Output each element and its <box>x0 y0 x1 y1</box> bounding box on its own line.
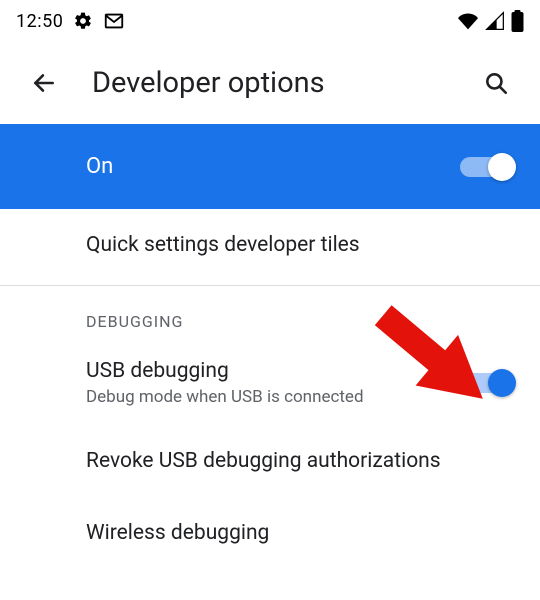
search-icon <box>483 70 509 96</box>
switch-thumb <box>488 153 516 181</box>
switch-thumb <box>488 369 516 397</box>
row-revoke-usb-auth[interactable]: Revoke USB debugging authorizations <box>0 425 540 497</box>
row-usb-debugging[interactable]: USB debugging Debug mode when USB is con… <box>0 341 540 425</box>
master-toggle-label: On <box>86 154 460 179</box>
back-button[interactable] <box>24 63 64 103</box>
app-bar: Developer options <box>0 42 540 124</box>
settings-list: Quick settings developer tiles DEBUGGING… <box>0 209 540 553</box>
developer-options-master-toggle[interactable]: On <box>0 124 540 209</box>
row-title: Wireless debugging <box>86 521 512 545</box>
usb-debugging-switch[interactable] <box>460 373 512 393</box>
row-subtitle: Debug mode when USB is connected <box>86 387 444 407</box>
arrow-left-icon <box>31 70 57 96</box>
row-title: Revoke USB debugging authorizations <box>86 449 512 473</box>
gmail-notification-icon <box>103 10 125 32</box>
cell-signal-icon <box>485 11 505 31</box>
status-bar: 12:50 <box>0 0 540 42</box>
settings-notification-icon <box>73 11 93 31</box>
status-time: 12:50 <box>16 11 63 32</box>
status-bar-right <box>457 10 524 32</box>
battery-icon <box>511 10 524 32</box>
row-wireless-debugging[interactable]: Wireless debugging <box>0 497 540 553</box>
section-header-debugging: DEBUGGING <box>0 286 540 341</box>
row-quick-settings-tiles[interactable]: Quick settings developer tiles <box>0 209 540 281</box>
search-button[interactable] <box>476 63 516 103</box>
page-title: Developer options <box>92 66 448 100</box>
wifi-icon <box>457 11 479 31</box>
row-title: USB debugging <box>86 359 444 383</box>
row-title: Quick settings developer tiles <box>86 233 512 257</box>
master-toggle-switch[interactable] <box>460 157 512 177</box>
status-bar-left: 12:50 <box>16 10 125 32</box>
